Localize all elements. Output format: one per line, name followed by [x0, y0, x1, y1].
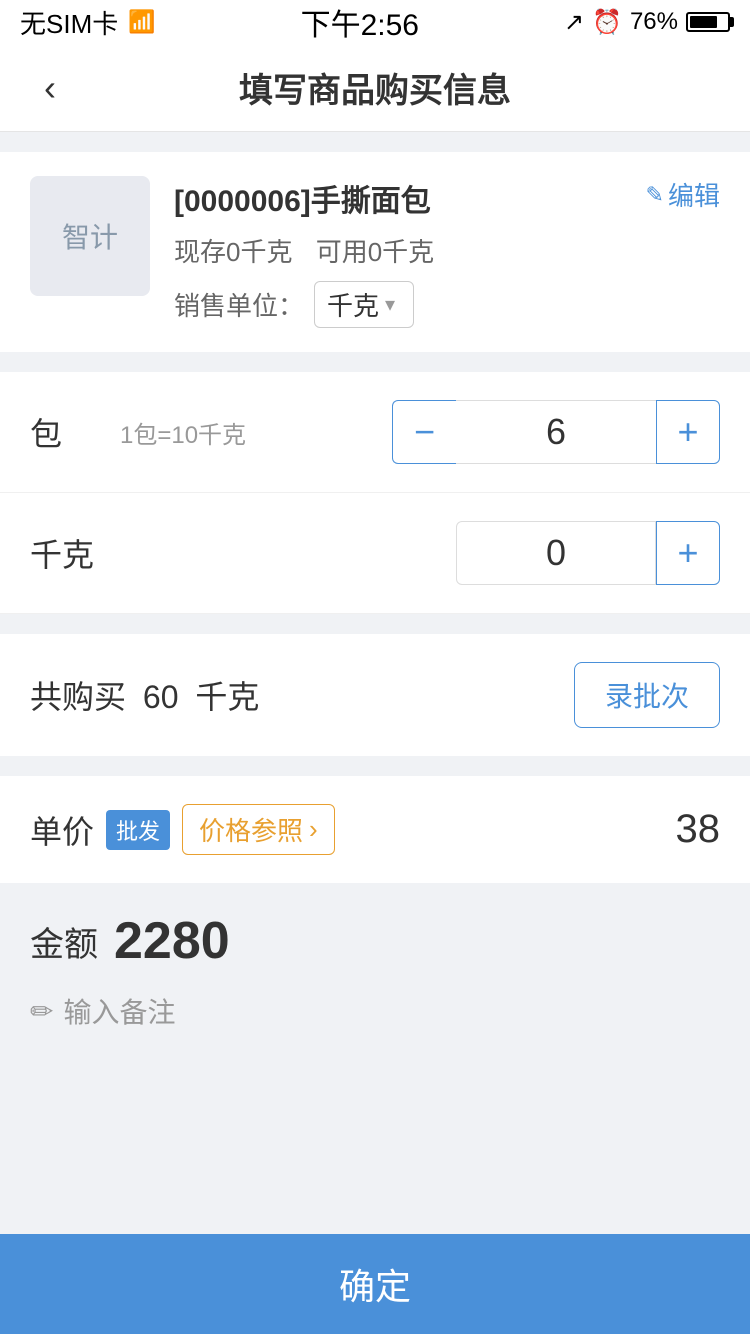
- record-batch-button[interactable]: 录批次: [574, 662, 720, 728]
- amount-value: 2280: [114, 911, 230, 971]
- batch-tag: 批发: [106, 810, 170, 850]
- pencil-icon: ✏: [30, 995, 53, 1028]
- kg-plus-button[interactable]: +: [656, 521, 720, 585]
- edit-button[interactable]: ✎ 编辑: [646, 176, 720, 213]
- kg-quantity-control: +: [456, 521, 720, 585]
- price-section: 单价 批发 价格参照 › 38: [0, 776, 750, 883]
- bag-label: 包: [30, 409, 110, 455]
- wifi-icon: 📶: [128, 9, 155, 35]
- bag-plus-button[interactable]: +: [656, 400, 720, 464]
- status-bar: 无SIM卡 📶 下午2:56 ↗ ⏰ 76%: [0, 0, 750, 44]
- price-value: 38: [676, 807, 721, 852]
- bag-section: 包 1包=10千克 − + 千克 +: [0, 372, 750, 614]
- product-unit: 销售单位： 千克 ▾: [174, 281, 720, 328]
- bag-sublabel: 1包=10千克: [120, 415, 246, 450]
- price-label: 单价 批发 价格参照 ›: [30, 804, 335, 855]
- alarm-icon: ⏰: [592, 8, 622, 37]
- back-button[interactable]: ‹: [20, 58, 80, 118]
- total-amount: 60: [143, 679, 179, 715]
- product-stock: 现存0千克 可用0千克: [174, 232, 720, 269]
- status-time: 下午2:56: [301, 0, 419, 44]
- product-image: 智计: [30, 176, 150, 296]
- kg-row: 千克 +: [0, 493, 750, 614]
- price-row: 单价 批发 价格参照 › 38: [30, 804, 720, 855]
- status-right: ↗ ⏰ 76%: [564, 8, 730, 37]
- total-section: 共购买 60 千克 录批次: [0, 634, 750, 756]
- status-carrier: 无SIM卡 📶: [20, 4, 156, 41]
- note-placeholder: 输入备注: [63, 991, 175, 1031]
- unit-select[interactable]: 千克 ▾: [314, 281, 414, 328]
- confirm-button[interactable]: 确定: [0, 1234, 750, 1334]
- battery-icon: [686, 12, 730, 32]
- product-info: [0000006]手撕面包 ✎ 编辑 现存0千克 可用0千克 销售单位： 千克 …: [174, 176, 720, 328]
- kg-label: 千克: [30, 530, 110, 576]
- nav-bar: ‹ 填写商品购买信息: [0, 44, 750, 132]
- product-card: 智计 [0000006]手撕面包 ✎ 编辑 现存0千克 可用0千克 销售单位： …: [0, 152, 750, 352]
- product-name: [0000006]手撕面包: [174, 176, 431, 220]
- price-ref-button[interactable]: 价格参照 ›: [182, 804, 335, 855]
- location-icon: ↗: [564, 8, 584, 37]
- bag-quantity-input[interactable]: [456, 400, 656, 464]
- amount-label: 金额: [30, 917, 98, 966]
- kg-quantity-input[interactable]: [456, 521, 656, 585]
- page-title: 填写商品购买信息: [239, 63, 511, 112]
- note-row[interactable]: ✏ 输入备注: [30, 991, 720, 1031]
- confirm-label: 确定: [339, 1258, 411, 1310]
- total-text: 共购买 60 千克: [30, 672, 259, 718]
- battery-percent: 76%: [630, 8, 678, 36]
- bag-quantity-control: − +: [392, 400, 720, 464]
- amount-section: 金额 2280 ✏ 输入备注: [0, 883, 750, 1123]
- bag-row: 包 1包=10千克 − +: [0, 372, 750, 493]
- amount-row: 金额 2280: [30, 911, 720, 971]
- bag-minus-button[interactable]: −: [392, 400, 456, 464]
